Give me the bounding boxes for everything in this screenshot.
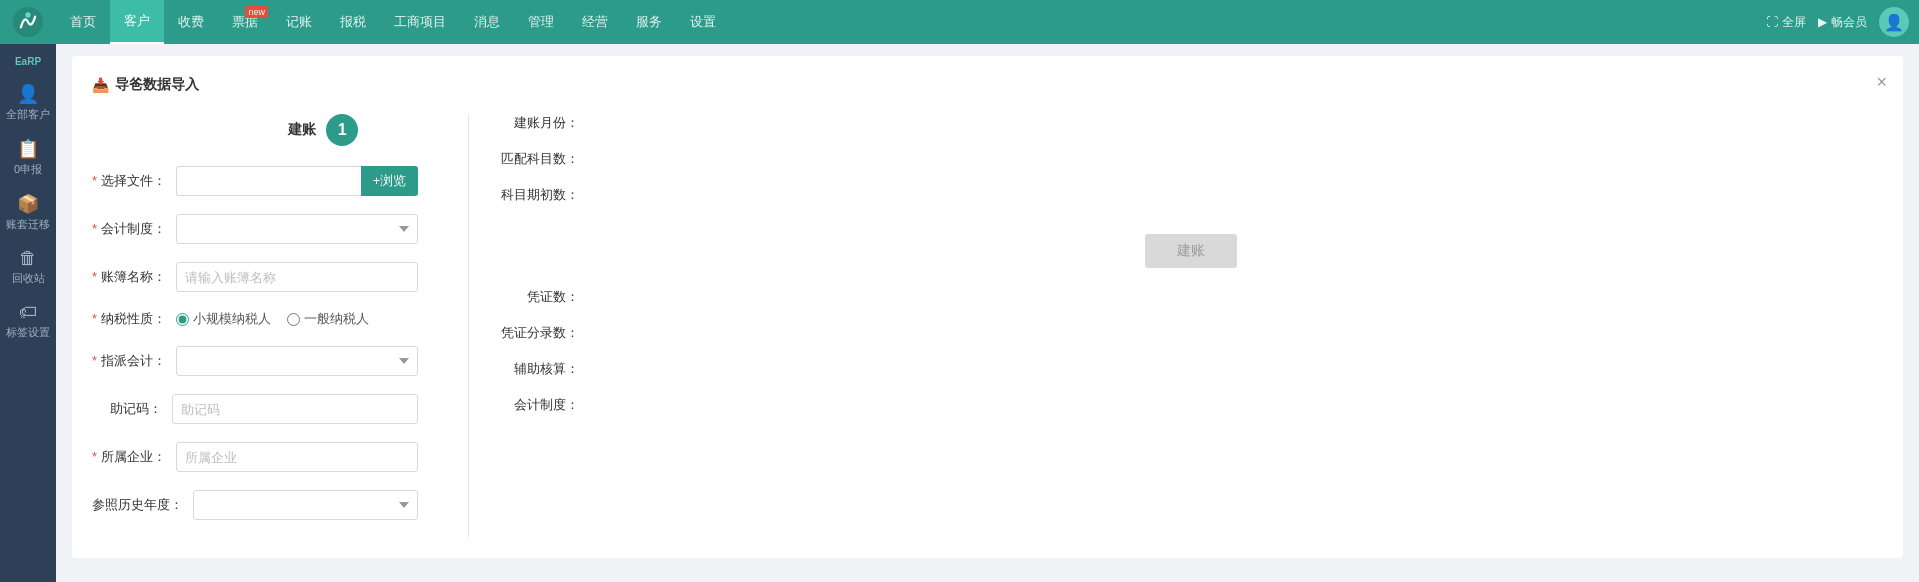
company-input[interactable] <box>176 442 419 472</box>
accounting-system-label: 会计制度： <box>92 220 176 238</box>
nav-fee[interactable]: 收费 <box>164 0 218 44</box>
voucher-entries-row: 凭证分录数： <box>499 324 1883 342</box>
assistant-code-row: 助记码： <box>92 394 418 424</box>
nav-invoice[interactable]: 票据 new <box>218 0 272 44</box>
history-year-select[interactable] <box>193 490 418 520</box>
tax-general-radio[interactable] <box>287 313 300 326</box>
file-input[interactable] <box>176 166 361 196</box>
accounting-system-row: 会计制度： <box>92 214 418 244</box>
nav-operation[interactable]: 经营 <box>568 0 622 44</box>
sidebar-item-account-migration[interactable]: 📦 账套迁移 <box>0 185 56 240</box>
history-year-row: 参照历史年度： <box>92 490 418 520</box>
vertical-divider <box>468 114 469 538</box>
sidebar: EaRP 👤 全部客户 📋 0申报 📦 账套迁移 🗑 回收站 🏷 标签设置 <box>0 44 56 582</box>
build-month-row: 建账月份： <box>499 114 1883 132</box>
accountant-row: 指派会计： <box>92 346 418 376</box>
select-file-label: 选择文件： <box>92 172 176 190</box>
sidebar-item-recycle[interactable]: 🗑 回收站 <box>0 240 56 294</box>
topnav-right: ⛶ 全屏 ▶ 畅会员 👤 <box>1766 7 1909 37</box>
right-accounting-system-label: 会计制度： <box>499 396 589 414</box>
assistant-code-label: 助记码： <box>92 400 172 418</box>
fullscreen-icon: ⛶ <box>1766 15 1778 29</box>
nav-manage[interactable]: 管理 <box>514 0 568 44</box>
history-year-label: 参照历史年度： <box>92 496 193 514</box>
svg-point-1 <box>25 12 30 17</box>
step-circle: 1 <box>326 114 358 146</box>
initial-subjects-label: 科目期初数： <box>499 186 589 204</box>
video-icon: ▶ <box>1818 15 1827 29</box>
nav-bookkeeping[interactable]: 记账 <box>272 0 326 44</box>
accountant-select[interactable] <box>176 346 419 376</box>
build-account-button[interactable]: 建账 <box>1145 234 1237 268</box>
member-btn[interactable]: ▶ 畅会员 <box>1818 14 1867 31</box>
step-header: 建账 1 <box>92 114 418 146</box>
content-panel: 📥 导爸数据导入 × 建账 1 选择文件： +浏览 <box>72 56 1903 558</box>
recycle-icon: 🗑 <box>19 248 37 269</box>
tax-general-radio-label[interactable]: 一般纳税人 <box>287 310 369 328</box>
form-layout: 建账 1 选择文件： +浏览 会计制度： <box>92 114 1883 538</box>
vouchers-row: 凭证数： <box>499 288 1883 306</box>
sidebar-logo: EaRP <box>0 52 56 75</box>
sidebar-item-tag-settings[interactable]: 🏷 标签设置 <box>0 294 56 348</box>
tax-small-radio[interactable] <box>176 313 189 326</box>
tag-settings-icon: 🏷 <box>19 302 37 323</box>
ledger-name-input[interactable] <box>176 262 419 292</box>
company-row: 所属企业： <box>92 442 418 472</box>
tax-type-radio-group: 小规模纳税人 一般纳税人 <box>176 310 419 328</box>
build-month-label: 建账月份： <box>499 114 589 132</box>
build-btn-container: 建账 <box>499 224 1883 268</box>
company-label: 所属企业： <box>92 448 176 466</box>
form-right: 建账月份： 匹配科目数： 科目期初数： 建账 <box>479 114 1883 538</box>
ledger-name-row: 账簿名称： <box>92 262 418 292</box>
form-left: 建账 1 选择文件： +浏览 会计制度： <box>92 114 458 538</box>
all-customers-icon: 👤 <box>17 83 39 105</box>
right-accounting-system-row: 会计制度： <box>499 396 1883 414</box>
nav-customer[interactable]: 客户 <box>110 0 164 44</box>
tax-small-radio-label[interactable]: 小规模纳税人 <box>176 310 271 328</box>
sidebar-item-zero-declaration[interactable]: 📋 0申报 <box>0 130 56 185</box>
file-input-group: +浏览 <box>176 166 419 196</box>
top-navbar: 首页 客户 收费 票据 new 记账 报税 工商项目 消息 管理 经营 服务 设… <box>0 0 1919 44</box>
app-logo <box>10 4 46 40</box>
auxiliary-label: 辅助核算： <box>499 360 589 378</box>
initial-subjects-row: 科目期初数： <box>499 186 1883 204</box>
fullscreen-btn[interactable]: ⛶ 全屏 <box>1766 14 1806 31</box>
zero-declaration-icon: 📋 <box>17 138 39 160</box>
account-migration-icon: 📦 <box>17 193 39 215</box>
new-badge: new <box>245 6 268 18</box>
accounting-system-select[interactable] <box>176 214 419 244</box>
match-subjects-row: 匹配科目数： <box>499 150 1883 168</box>
nav-settings[interactable]: 设置 <box>676 0 730 44</box>
nav-tax[interactable]: 报税 <box>326 0 380 44</box>
select-file-row: 选择文件： +浏览 <box>92 166 418 196</box>
nav-service[interactable]: 服务 <box>622 0 676 44</box>
auxiliary-row: 辅助核算： <box>499 360 1883 378</box>
tax-type-row: 纳税性质： 小规模纳税人 一般纳税人 <box>92 310 418 328</box>
main-content: 📥 导爸数据导入 × 建账 1 选择文件： +浏览 <box>56 44 1919 582</box>
match-subjects-label: 匹配科目数： <box>499 150 589 168</box>
assistant-code-input[interactable] <box>172 394 418 424</box>
avatar[interactable]: 👤 <box>1879 7 1909 37</box>
accountant-label: 指派会计： <box>92 352 176 370</box>
ledger-name-label: 账簿名称： <box>92 268 176 286</box>
import-icon: 📥 <box>92 77 109 93</box>
nav-home[interactable]: 首页 <box>56 0 110 44</box>
voucher-entries-label: 凭证分录数： <box>499 324 589 342</box>
main-layout: EaRP 👤 全部客户 📋 0申报 📦 账套迁移 🗑 回收站 🏷 标签设置 📥 … <box>0 44 1919 582</box>
vouchers-label: 凭证数： <box>499 288 589 306</box>
nav-items: 首页 客户 收费 票据 new 记账 报税 工商项目 消息 管理 经营 服务 设… <box>56 0 1766 44</box>
panel-title: 📥 导爸数据导入 <box>92 76 1883 94</box>
sidebar-item-all-customers[interactable]: 👤 全部客户 <box>0 75 56 130</box>
nav-message[interactable]: 消息 <box>460 0 514 44</box>
close-button[interactable]: × <box>1876 72 1887 93</box>
tax-type-label: 纳税性质： <box>92 310 176 328</box>
nav-business[interactable]: 工商项目 <box>380 0 460 44</box>
browse-button[interactable]: +浏览 <box>361 166 419 196</box>
